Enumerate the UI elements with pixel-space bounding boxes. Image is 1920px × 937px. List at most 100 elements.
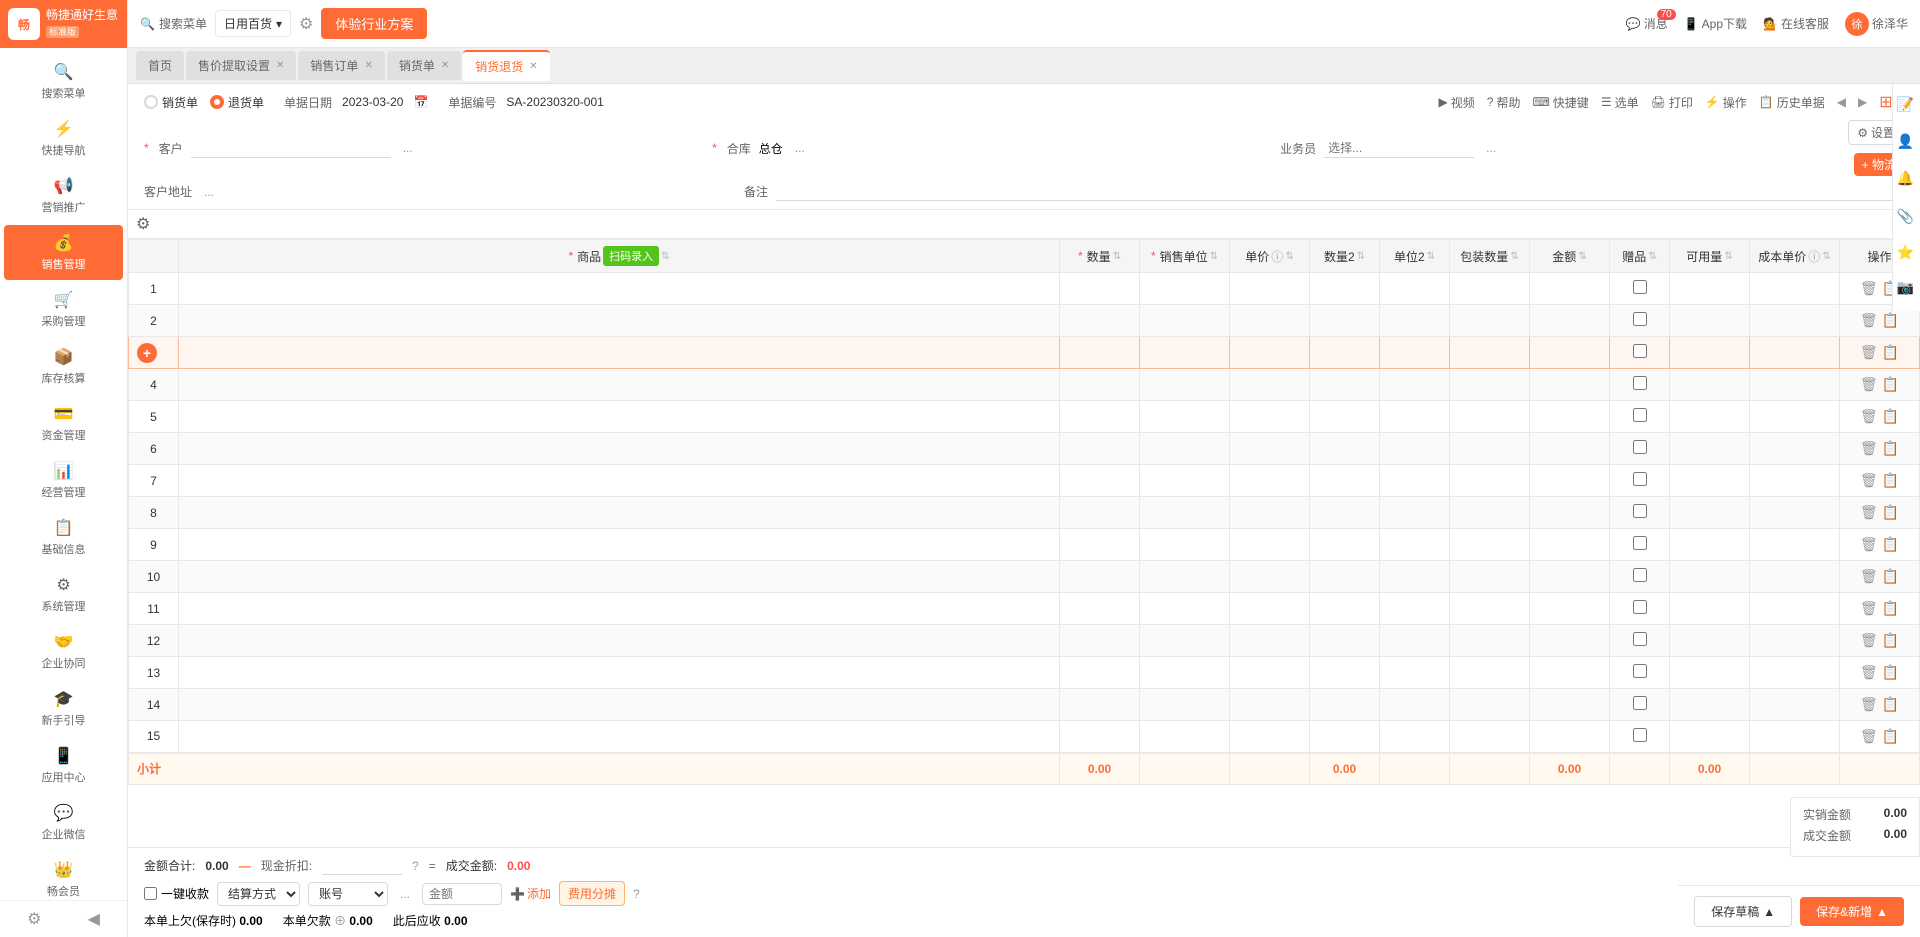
gift-cell-7[interactable] [1610,465,1670,497]
available-cell-14[interactable] [1670,689,1750,721]
tab-sales-order[interactable]: 销售订单✕ [298,51,384,80]
qty-cell-10[interactable] [1060,561,1140,593]
unit2-cell-6[interactable] [1380,433,1450,465]
unit-cell-12[interactable] [1140,625,1230,657]
available-cell-6[interactable] [1670,433,1750,465]
goods-input-1[interactable] [187,282,1051,296]
qty2-cell-3[interactable] [1310,337,1380,369]
tab-close-sales-order[interactable]: ✕ [364,60,372,71]
amount-cell-15[interactable] [1530,721,1610,753]
cost-cell-14[interactable] [1750,689,1840,721]
discount-input[interactable] [322,856,402,875]
goods-input-10[interactable] [187,570,1051,584]
operate-action[interactable]: ⚡ 操作 [1705,94,1747,111]
unit2-cell-15[interactable] [1380,721,1450,753]
amount-cell-14[interactable] [1530,689,1610,721]
gift-cell-13[interactable] [1610,657,1670,689]
copy-icon-4[interactable]: 📋 [1882,376,1899,393]
pkg-cell-1[interactable] [1450,273,1530,305]
price-cell-9[interactable] [1230,529,1310,561]
pkg-cell-8[interactable] [1450,497,1530,529]
gift-cell-5[interactable] [1610,401,1670,433]
unit-cell-11[interactable] [1140,593,1230,625]
gift-checkbox-12[interactable] [1633,632,1647,646]
tab-home[interactable]: 首页 [136,51,184,80]
copy-icon-6[interactable]: 📋 [1882,440,1899,457]
delete-icon-2[interactable]: 🗑 [1860,312,1878,329]
gift-checkbox-14[interactable] [1633,696,1647,710]
delete-icon-11[interactable]: 🗑 [1860,600,1878,617]
price-cell-8[interactable] [1230,497,1310,529]
delete-icon-10[interactable]: 🗑 [1860,568,1878,585]
delete-icon-14[interactable]: 🗑 [1860,696,1878,713]
qty-cell-9[interactable] [1060,529,1140,561]
payment-amount-input[interactable] [422,883,502,905]
goods-input-6[interactable] [187,442,1051,456]
goods-cell-14[interactable] [179,689,1060,721]
right-panel-panel2[interactable]: 👤 [1899,129,1915,154]
sidebar-item-purchase[interactable]: 🛒采购管理 [4,282,123,337]
unit-cell-9[interactable] [1140,529,1230,561]
tab-sales-delivery[interactable]: 销货单✕ [387,51,461,80]
delete-icon-4[interactable]: 🗑 [1860,376,1878,393]
goods-input-15[interactable] [187,729,1051,743]
gift-checkbox-10[interactable] [1633,568,1647,582]
unit2-cell-1[interactable] [1380,273,1450,305]
delete-icon-3[interactable]: 🗑 [1860,344,1878,361]
unit-cell-13[interactable] [1140,657,1230,689]
add-payment-button[interactable]: ➕ 添加 [510,885,551,902]
cost-cell-4[interactable] [1750,369,1840,401]
unit-cell-8[interactable] [1140,497,1230,529]
qty-sort-icon[interactable]: ⇅ [1113,251,1121,262]
unit2-cell-3[interactable] [1380,337,1450,369]
price-sort-icon[interactable]: ⇅ [1285,251,1293,262]
unit-cell-15[interactable] [1140,721,1230,753]
right-panel-panel1[interactable]: 📝 [1899,92,1915,117]
unit-cell-7[interactable] [1140,465,1230,497]
qty2-cell-9[interactable] [1310,529,1380,561]
one-key-checkbox-input[interactable] [144,887,157,900]
available-cell-3[interactable] [1670,337,1750,369]
gift-checkbox-8[interactable] [1633,504,1647,518]
next-icon[interactable]: ▶ [1858,95,1867,109]
gift-cell-9[interactable] [1610,529,1670,561]
tab-sales-return[interactable]: 销货退货✕ [463,50,549,81]
goods-input-11[interactable] [187,602,1051,616]
available-cell-11[interactable] [1670,593,1750,625]
tab-close-sales-delivery[interactable]: ✕ [441,60,449,71]
copy-icon-10[interactable]: 📋 [1882,568,1899,585]
copy-icon-3[interactable]: 📋 [1882,344,1899,361]
gift-checkbox-5[interactable] [1633,408,1647,422]
copy-icon-11[interactable]: 📋 [1882,600,1899,617]
amount-cell-6[interactable] [1530,433,1610,465]
message-button[interactable]: 💬 消息 70 [1626,15,1668,32]
copy-icon-5[interactable]: 📋 [1882,408,1899,425]
qty-cell-12[interactable] [1060,625,1140,657]
unit2-cell-13[interactable] [1380,657,1450,689]
amount-cell-2[interactable] [1530,305,1610,337]
customer-select-btn[interactable]: ... [399,141,417,155]
history-action[interactable]: 📋 历史单据 [1759,94,1825,111]
goods-input-8[interactable] [187,506,1051,520]
right-panel-panel3[interactable]: 🔔 [1899,166,1915,191]
gift-checkbox-4[interactable] [1633,376,1647,390]
qty2-sort-icon[interactable]: ⇅ [1357,251,1365,262]
price-cell-12[interactable] [1230,625,1310,657]
table-gear-icon[interactable]: ⚙ [136,214,150,234]
copy-icon-12[interactable]: 📋 [1882,632,1899,649]
gift-cell-10[interactable] [1610,561,1670,593]
goods-input-7[interactable] [187,474,1051,488]
qty2-cell-10[interactable] [1310,561,1380,593]
goods-cell-4[interactable] [179,369,1060,401]
tab-price-setting[interactable]: 售价提取设置✕ [186,51,296,80]
price-cell-15[interactable] [1230,721,1310,753]
unit2-cell-5[interactable] [1380,401,1450,433]
pkg-cell-14[interactable] [1450,689,1530,721]
amount-cell-10[interactable] [1530,561,1610,593]
delete-icon-8[interactable]: 🗑 [1860,504,1878,521]
available-cell-15[interactable] [1670,721,1750,753]
cost-cell-1[interactable] [1750,273,1840,305]
qty-cell-3[interactable] [1060,337,1140,369]
goods-cell-12[interactable] [179,625,1060,657]
amount-cell-4[interactable] [1530,369,1610,401]
